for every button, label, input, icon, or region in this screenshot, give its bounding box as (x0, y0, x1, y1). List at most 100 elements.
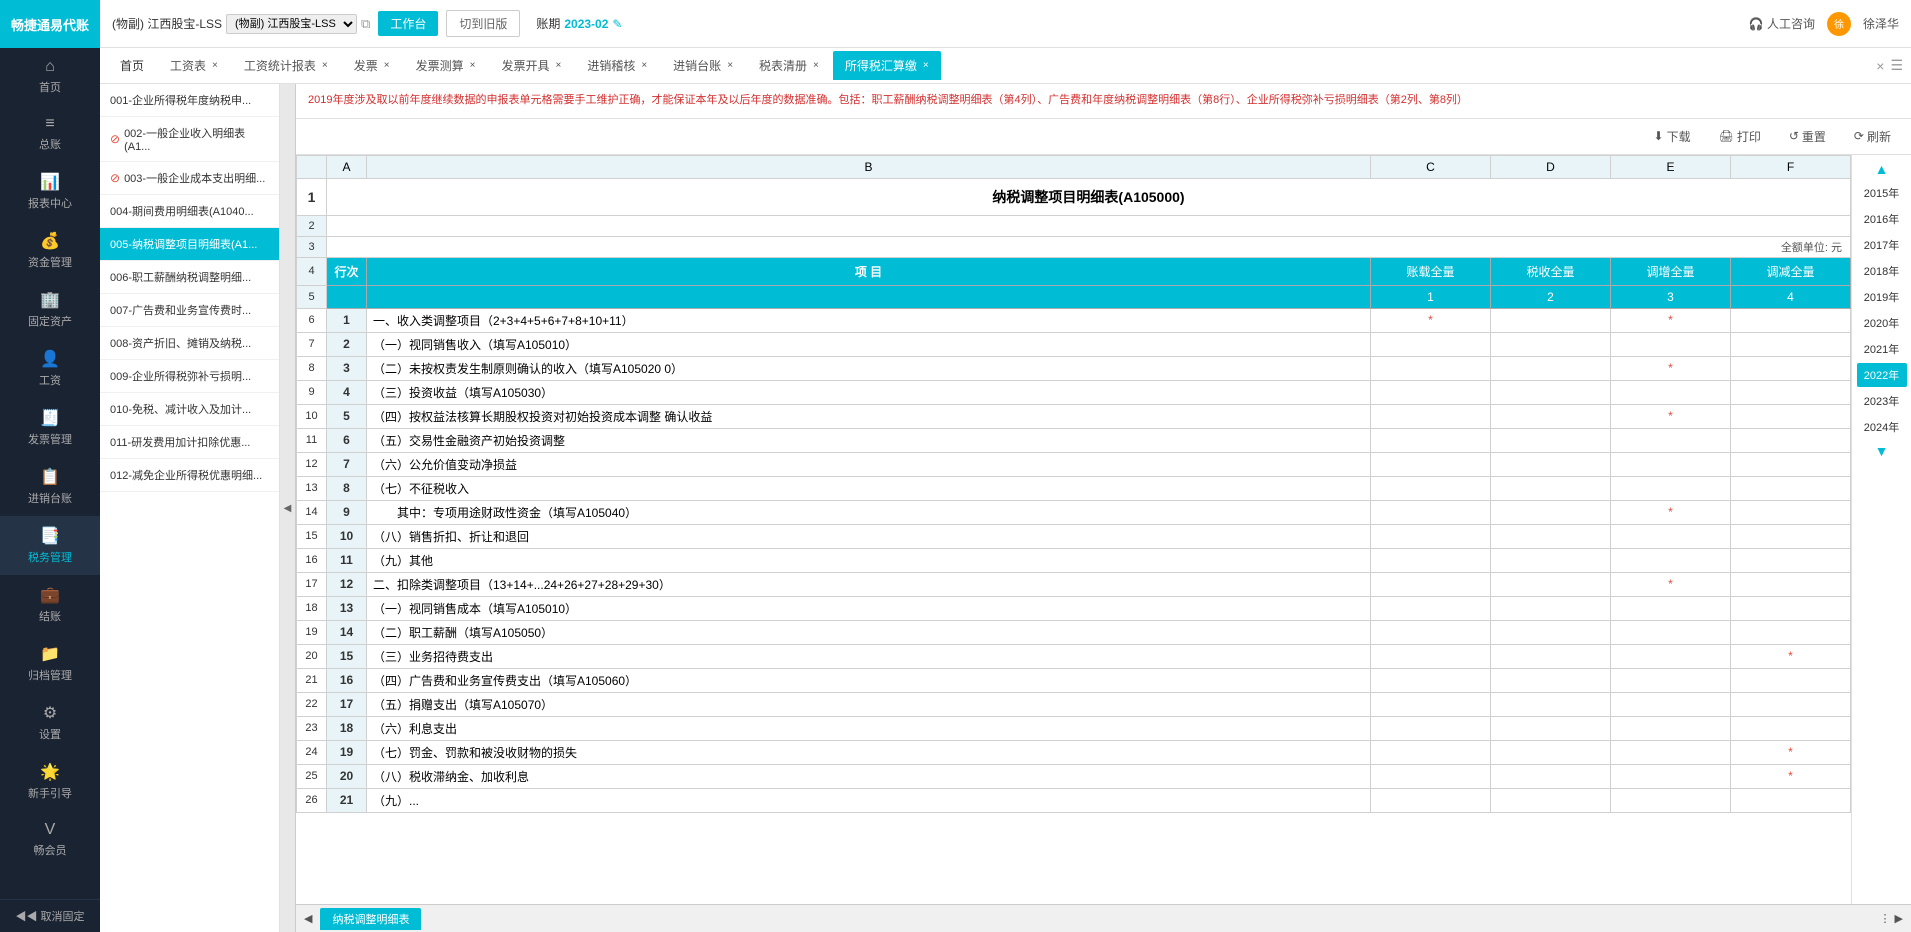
reset-button[interactable]: ↺ 重置 (1781, 125, 1834, 148)
table-row: 10 5 （四）按权益法核算长期股权投资对初始投资成本调整 确认收益 * (297, 404, 1851, 428)
tab-ledger[interactable]: 进销台账 × (661, 51, 745, 80)
tab-invoice[interactable]: 发票 × (342, 51, 402, 80)
sidebar-item-ledger[interactable]: ≡ 总账 (0, 105, 100, 162)
old-version-button[interactable]: 切到旧版 (446, 10, 520, 37)
year-item-2019[interactable]: 2019年 (1857, 285, 1907, 309)
year-nav-up[interactable]: ▲ (1873, 159, 1891, 179)
tab-tax-table[interactable]: 税表清册 × (747, 51, 831, 80)
tab-invoice-open-close[interactable]: × (555, 60, 561, 71)
table-title-row: 1 纳税调整项目明细表(A105000) (297, 178, 1851, 215)
year-item-2023[interactable]: 2023年 (1857, 389, 1907, 413)
print-button[interactable]: 🖨 打印 (1711, 125, 1769, 148)
sidebar-item-home[interactable]: ⌂ 首页 (0, 48, 100, 105)
left-item-006[interactable]: 006-职工薪酬纳税调整明细... (100, 261, 279, 294)
tab-salary-close[interactable]: × (212, 60, 218, 71)
left-item-007[interactable]: 007-广告费和业务宣传费时... (100, 294, 279, 327)
left-item-008[interactable]: 008-资产折旧、摊销及纳税... (100, 327, 279, 360)
year-item-2015[interactable]: 2015年 (1857, 181, 1907, 205)
scroll-right-icon[interactable]: ▶ (1895, 912, 1903, 925)
tab-tax-table-close[interactable]: × (813, 60, 819, 71)
app-logo: 畅捷通易代账 (0, 0, 100, 48)
year-item-2024[interactable]: 2024年 (1857, 415, 1907, 439)
sidebar-item-tax[interactable]: 📑 税务管理 (0, 516, 100, 575)
tab-invoice-close[interactable]: × (384, 60, 390, 71)
reset-icon: ↺ (1789, 129, 1799, 143)
company-label: (物副) 江西股宝-LSS (112, 15, 222, 32)
reports-icon: 📊 (40, 172, 60, 192)
tab-ledger-close[interactable]: × (727, 60, 733, 71)
left-item-003[interactable]: ⊘ 003-一般企业成本支出明细... (100, 162, 279, 195)
period-edit-icon[interactable]: ✎ (612, 17, 622, 31)
assets-icon: 🏢 (40, 290, 60, 310)
left-item-005[interactable]: 005-纳税调整项目明细表(A1... (100, 228, 279, 261)
sidebar-item-archive[interactable]: 📁 归档管理 (0, 634, 100, 693)
tab-invoice-open[interactable]: 发票开具 × (489, 51, 573, 80)
sidebar-item-finance[interactable]: 💰 资金管理 (0, 221, 100, 280)
copy-icon: ⧉ (361, 16, 370, 32)
left-item-001[interactable]: 001-企业所得税年度纳税申... (100, 84, 279, 117)
tab-menu[interactable]: ☰ (1890, 57, 1903, 74)
table-row: 13 8 （七）不征税收入 (297, 476, 1851, 500)
tab-check-close[interactable]: × (641, 60, 647, 71)
left-item-004[interactable]: 004-期间费用明细表(A1040... (100, 195, 279, 228)
bottom-sheet-tab[interactable]: 纳税调整明细表 (320, 908, 421, 930)
collapse-panel-button[interactable]: ◀ (280, 84, 296, 932)
company-dropdown[interactable]: (物副) 江西股宝-LSS (226, 14, 357, 34)
year-item-2021[interactable]: 2021年 (1857, 337, 1907, 361)
year-item-2017[interactable]: 2017年 (1857, 233, 1907, 257)
sidebar-item-member[interactable]: V 畅会员 (0, 811, 100, 868)
sidebar-item-invoice[interactable]: 🧾 发票管理 (0, 398, 100, 457)
user-label[interactable]: 徐泽华 (1863, 15, 1899, 32)
sidebar-item-salary[interactable]: 👤 工资 (0, 339, 100, 398)
year-item-2020[interactable]: 2020年 (1857, 311, 1907, 335)
table-row: 7 2 （一）视同销售收入（填写A105010） (297, 332, 1851, 356)
sidebar-item-close[interactable]: 💼 结账 (0, 575, 100, 634)
tax-icon: 📑 (40, 526, 60, 546)
tab-close-all[interactable]: × (1876, 58, 1884, 74)
sidebar-item-sales[interactable]: 📋 进销台账 (0, 457, 100, 516)
tab-income-tax-close[interactable]: × (923, 60, 929, 71)
support-link[interactable]: 🎧 人工咨询 (1749, 15, 1815, 32)
period-display: 账期 2023-02 ✎ (536, 15, 622, 32)
year-item-2016[interactable]: 2016年 (1857, 207, 1907, 231)
tab-invoice-calc[interactable]: 发票测算 × (404, 51, 488, 80)
tab-salary-report[interactable]: 工资统计报表 × (232, 51, 340, 80)
spreadsheet-container[interactable]: A B C D E F 1 纳税调整项目明细表(A105000) (296, 155, 1851, 904)
year-nav-down[interactable]: ▼ (1873, 441, 1891, 461)
tab-salary-report-label: 工资统计报表 (244, 57, 316, 74)
sidebar-item-assets[interactable]: 🏢 固定资产 (0, 280, 100, 339)
pin-icon: ◀◀ (15, 911, 37, 923)
tab-ledger-label: 进销台账 (673, 57, 721, 74)
collapse-icon: ◀ (284, 503, 292, 514)
download-button[interactable]: ⬇ 下载 (1646, 125, 1699, 148)
table-row: 14 9 其中：专项用途财政性资金（填写A105040） * (297, 500, 1851, 524)
left-item-011[interactable]: 011-研发费用加计扣除优惠... (100, 426, 279, 459)
sidebar-item-settings[interactable]: ⚙ 设置 (0, 693, 100, 752)
scroll-left-icon[interactable]: ◀ (304, 912, 312, 925)
workbench-button[interactable]: 工作台 (378, 11, 438, 36)
sidebar-item-guide[interactable]: 🌟 新手引导 (0, 752, 100, 811)
left-item-009[interactable]: 009-企业所得税弥补亏损明... (100, 360, 279, 393)
company-selector: (物副) 江西股宝-LSS (物副) 江西股宝-LSS ⧉ (112, 14, 370, 34)
refresh-button[interactable]: ⟳ 刷新 (1846, 125, 1899, 148)
sidebar-item-reports[interactable]: 📊 报表中心 (0, 162, 100, 221)
table-row: 15 10 （八）销售折扣、折让和退回 (297, 524, 1851, 548)
pin-button[interactable]: ◀◀ 取消固定 (0, 899, 100, 932)
sales-icon: 📋 (40, 467, 60, 487)
tab-check-label: 进销稽核 (587, 57, 635, 74)
tab-income-tax[interactable]: 所得税汇算缴 × (833, 51, 941, 80)
table-row: 19 14 （二）职工薪酬（填写A105050） (297, 620, 1851, 644)
table-row-empty: 2 (297, 215, 1851, 236)
year-item-2022[interactable]: 2022年 (1857, 363, 1907, 387)
tab-salary[interactable]: 工资表 × (158, 51, 230, 80)
left-item-010[interactable]: 010-免税、减计收入及加计... (100, 393, 279, 426)
right-content: 2019年度涉及取以前年度继续数据的申报表单元格需要手工维护正确，才能保证本年及… (296, 84, 1911, 932)
year-item-2018[interactable]: 2018年 (1857, 259, 1907, 283)
table-row-numbers: A B C D E F (297, 155, 1851, 178)
tab-invoice-calc-close[interactable]: × (470, 60, 476, 71)
tab-check[interactable]: 进销稽核 × (575, 51, 659, 80)
left-item-002[interactable]: ⊘ 002-一般企业收入明细表(A1... (100, 117, 279, 162)
tab-home[interactable]: 首页 (108, 51, 156, 80)
tab-salary-report-close[interactable]: × (322, 60, 328, 71)
left-item-012[interactable]: 012-减免企业所得税优惠明细... (100, 459, 279, 492)
